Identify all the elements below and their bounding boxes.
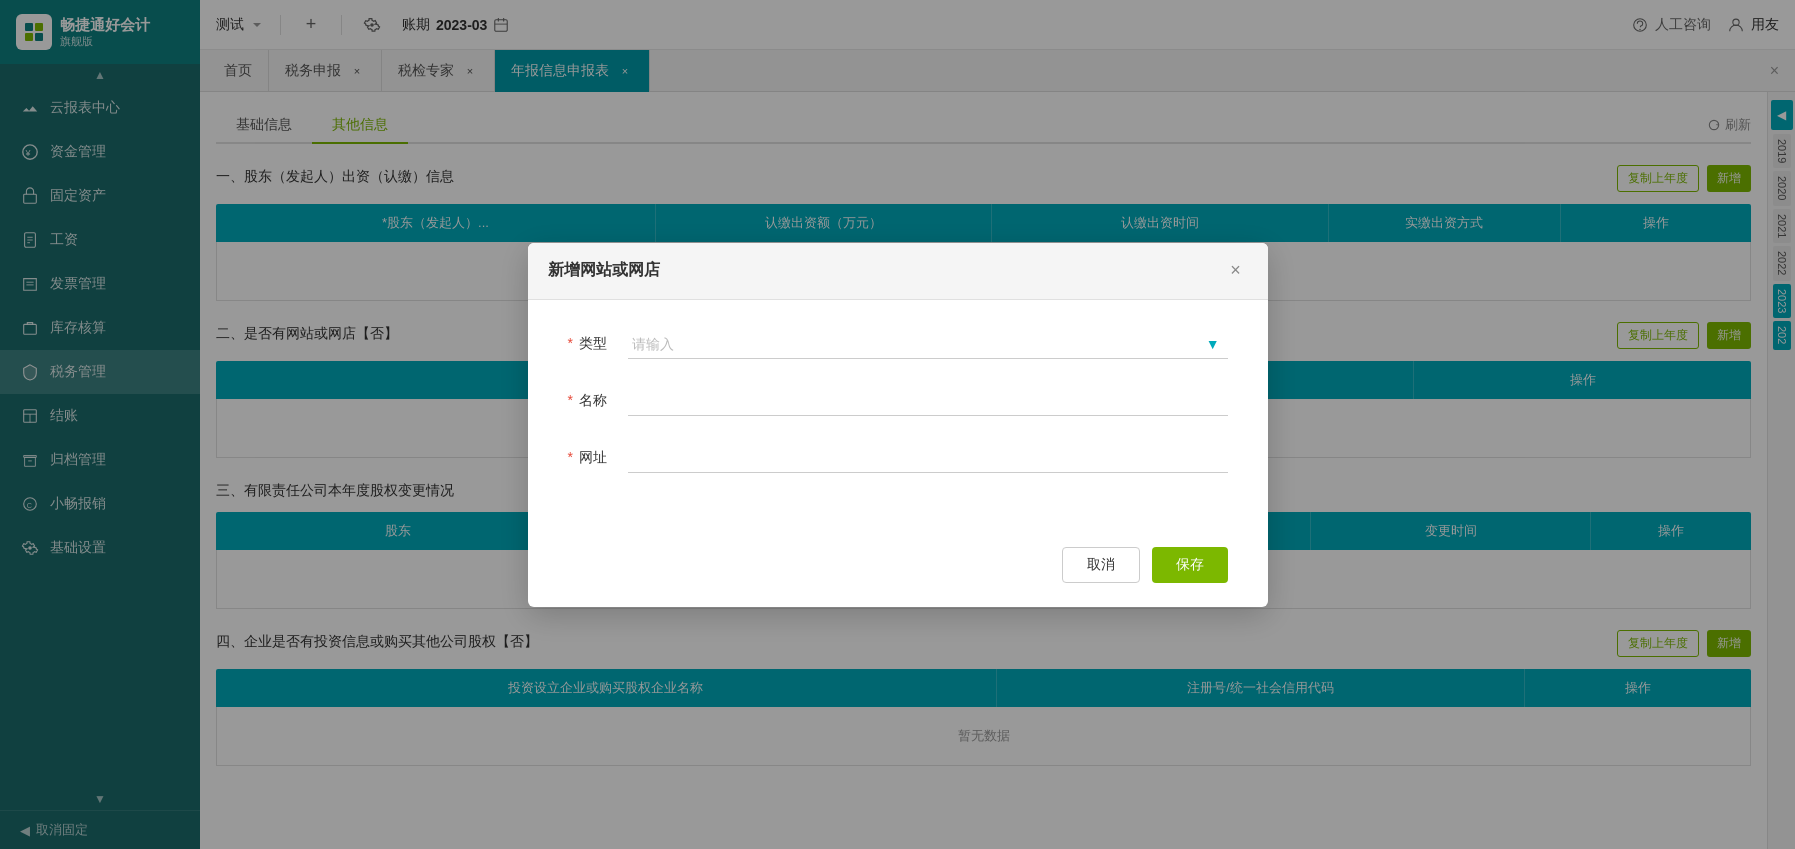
form-label-type: * 类型 (568, 335, 628, 353)
form-type-input-wrap: ▼ (628, 330, 1228, 359)
form-row-url: * 网址 (568, 444, 1228, 473)
form-name-input-wrap (628, 387, 1228, 416)
dialog-title: 新增网站或网店 (548, 260, 660, 281)
form-url-input-wrap (628, 444, 1228, 473)
type-input[interactable] (628, 330, 1228, 358)
name-input[interactable] (628, 387, 1228, 415)
dialog-header: 新增网站或网店 × (528, 243, 1268, 300)
dropdown-arrow-icon: ▼ (1206, 336, 1220, 352)
form-row-type: * 类型 ▼ (568, 330, 1228, 359)
add-website-dialog: 新增网站或网店 × * 类型 ▼ * 名称 (528, 243, 1268, 607)
save-button[interactable]: 保存 (1152, 547, 1228, 583)
dialog-body: * 类型 ▼ * 名称 * (528, 300, 1268, 531)
form-row-name: * 名称 (568, 387, 1228, 416)
dialog-close-button[interactable]: × (1224, 259, 1248, 283)
dialog-overlay: 新增网站或网店 × * 类型 ▼ * 名称 (0, 0, 1795, 849)
cancel-button[interactable]: 取消 (1062, 547, 1140, 583)
url-input[interactable] (628, 444, 1228, 472)
form-label-url: * 网址 (568, 449, 628, 467)
dialog-footer: 取消 保存 (528, 531, 1268, 607)
form-label-name: * 名称 (568, 392, 628, 410)
